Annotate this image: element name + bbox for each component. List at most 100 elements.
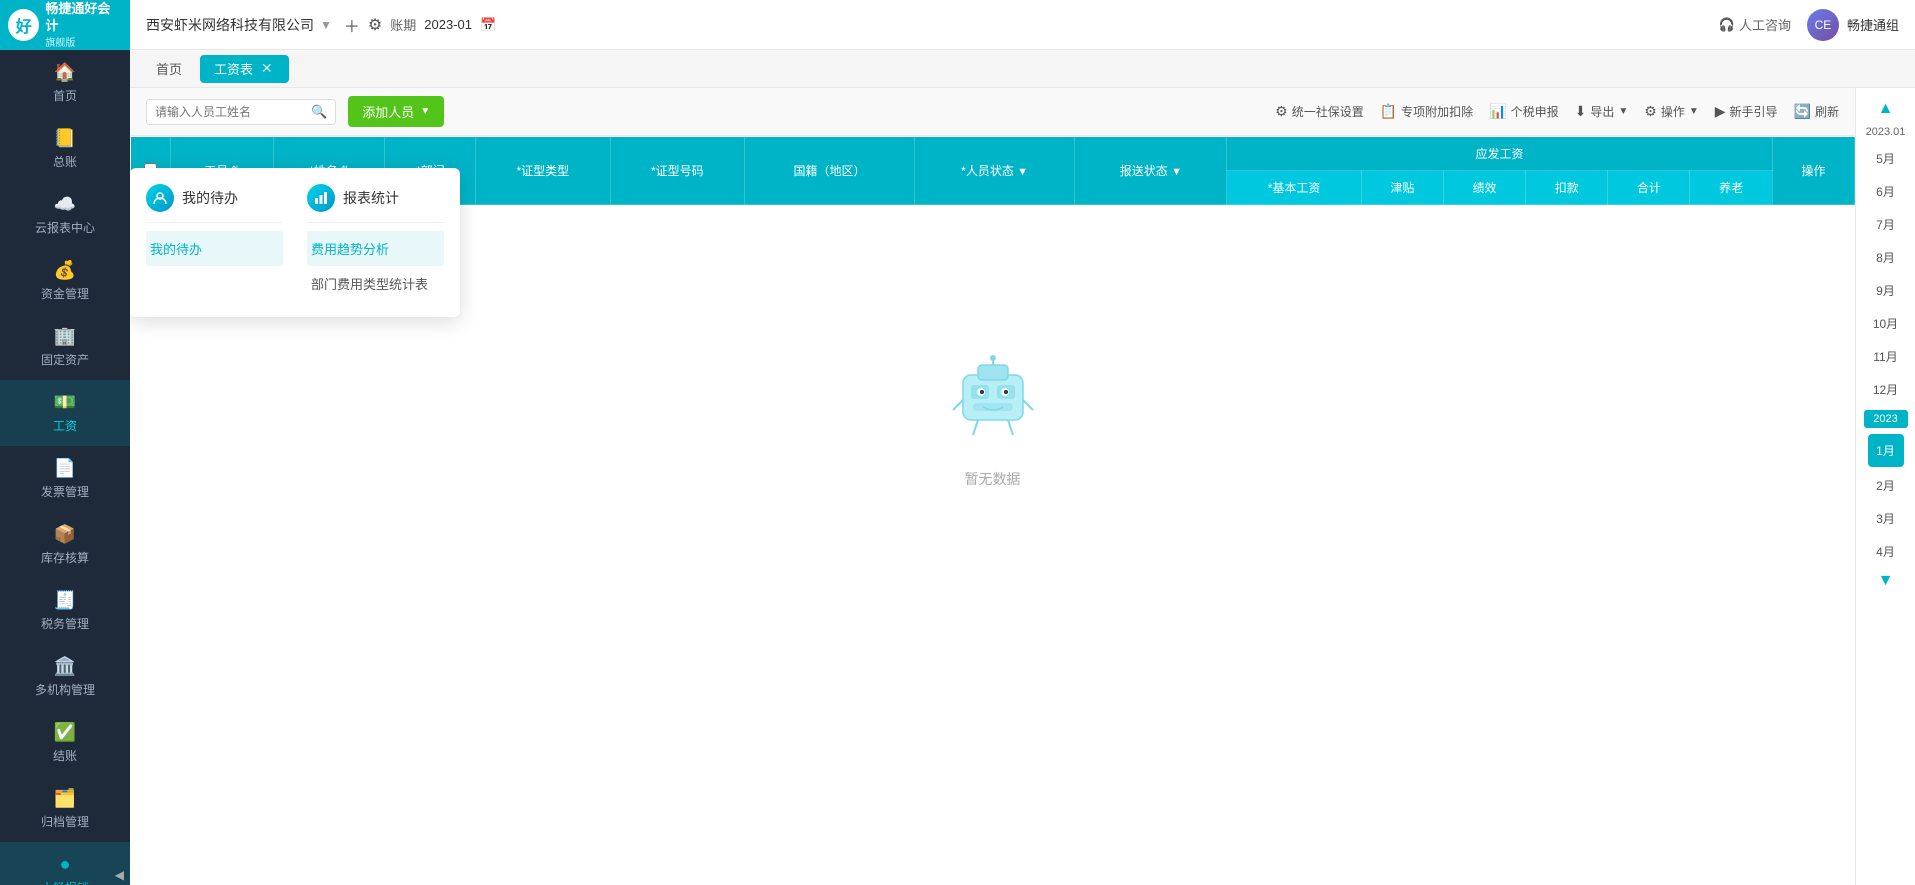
export-label: 导出 bbox=[1590, 103, 1614, 120]
salary-icon: 💵 bbox=[54, 392, 76, 413]
period-label: 账期 bbox=[390, 15, 416, 34]
month-item-5[interactable]: 5月 bbox=[1856, 142, 1915, 175]
calendar-icon[interactable]: 📅 bbox=[480, 17, 496, 33]
dropdown-item-my-todo[interactable]: 我的待办 bbox=[146, 231, 283, 266]
month-item-1[interactable]: 1月 bbox=[1868, 434, 1904, 467]
month-item-9[interactable]: 9月 bbox=[1856, 274, 1915, 307]
sidebar-item-label: 云报表中心 bbox=[35, 219, 95, 236]
th-status: *人员状态 ▼ bbox=[914, 137, 1074, 205]
month-next-nav[interactable]: ▼ bbox=[1874, 568, 1898, 594]
sidebar-item-label: 归档管理 bbox=[41, 813, 89, 830]
add-person-button[interactable]: 添加人员 ▼ bbox=[348, 96, 444, 127]
dropdown-item-cost-trend[interactable]: 费用趋势分析 bbox=[307, 231, 444, 266]
sidebar-item-inventory[interactable]: 📦 库存核算 bbox=[0, 512, 130, 578]
invoice-icon: 📄 bbox=[54, 458, 76, 479]
th-total-label: 合计 bbox=[1637, 181, 1661, 195]
sidebar-item-ledger[interactable]: 📒 总账 bbox=[0, 116, 130, 182]
operations-action[interactable]: ⚙ 操作 ▼ bbox=[1644, 103, 1698, 120]
th-id-number: *证型号码 bbox=[610, 137, 744, 205]
tab-home[interactable]: 首页 bbox=[142, 55, 196, 83]
empty-state: 暂无数据 bbox=[151, 285, 1835, 549]
add-company-icon[interactable]: ＋ bbox=[344, 13, 360, 37]
th-nationality-label: 国籍（地区） bbox=[793, 164, 865, 178]
sidebar-item-settlement[interactable]: ✅ 结账 bbox=[0, 710, 130, 776]
operations-label: 操作 bbox=[1661, 103, 1685, 120]
avatar: CE bbox=[1807, 9, 1839, 41]
th-base-salary-label: *基本工资 bbox=[1268, 181, 1321, 195]
export-arrow: ▼ bbox=[1618, 106, 1628, 117]
refresh-action[interactable]: 🔄 刷新 bbox=[1794, 103, 1839, 120]
th-report-status-label: 报送状态 bbox=[1120, 164, 1168, 178]
search-box: 🔍 bbox=[146, 99, 336, 125]
sidebar-item-archive[interactable]: 🗂️ 归档管理 bbox=[0, 776, 130, 842]
operations-arrow: ▼ bbox=[1689, 106, 1699, 117]
sidebar-item-salary[interactable]: 💵 工资 bbox=[0, 380, 130, 446]
sidebar-item-fixed-assets[interactable]: 🏢 固定资产 bbox=[0, 314, 130, 380]
ledger-icon: 📒 bbox=[54, 128, 76, 149]
sidebar-item-xiaochang[interactable]: ● 小畅报销 ◀ bbox=[0, 842, 130, 885]
th-pension: 养老 bbox=[1690, 171, 1772, 205]
month-item-3[interactable]: 3月 bbox=[1856, 502, 1915, 535]
topbar-actions: ＋ ⚙ 账期 2023-01 📅 bbox=[344, 13, 496, 37]
search-input[interactable] bbox=[155, 105, 305, 119]
filter-icon-report[interactable]: ▼ bbox=[1171, 166, 1182, 178]
toolbar-right: ⚙ 统一社保设置 📋 专项附加扣除 📊 个税申报 ⬇ 导出 ▼ bbox=[1275, 103, 1839, 120]
toolbar: 🔍 添加人员 ▼ ⚙ 统一社保设置 📋 专项附加扣除 bbox=[130, 88, 1855, 136]
special-deduction-action[interactable]: 📋 专项附加扣除 bbox=[1380, 103, 1473, 120]
sidebar-item-multi-org[interactable]: 🏛️ 多机构管理 bbox=[0, 644, 130, 710]
user-initials: CE bbox=[1815, 18, 1832, 32]
month-item-6[interactable]: 6月 bbox=[1856, 175, 1915, 208]
th-deduction-label: 扣款 bbox=[1555, 181, 1579, 195]
content-area: 🔍 添加人员 ▼ ⚙ 统一社保设置 📋 专项附加扣除 bbox=[130, 88, 1915, 885]
tax-declaration-action[interactable]: 📊 个税申报 bbox=[1489, 103, 1558, 120]
th-id-type-label: *证型类型 bbox=[517, 164, 570, 178]
sidebar-item-invoice[interactable]: 📄 发票管理 bbox=[0, 446, 130, 512]
th-bonus-label: 绩效 bbox=[1473, 181, 1497, 195]
new-guide-action[interactable]: ▶ 新手引导 bbox=[1715, 103, 1778, 120]
settings-icon[interactable]: ⚙ bbox=[368, 15, 382, 35]
month-item-10[interactable]: 10月 bbox=[1856, 307, 1915, 340]
export-action[interactable]: ⬇ 导出 ▼ bbox=[1575, 103, 1629, 120]
dropdown-cols: 我的待办 我的待办 bbox=[146, 184, 444, 301]
company-selector[interactable]: 西安虾米网络科技有限公司 ▼ bbox=[146, 15, 332, 35]
month-item-4[interactable]: 4月 bbox=[1856, 535, 1915, 568]
th-nationality: 国籍（地区） bbox=[745, 137, 915, 205]
sidebar-item-fund[interactable]: 💰 资金管理 bbox=[0, 248, 130, 314]
month-panel: ▲ 2023.01 5月 6月 7月 8月 9月 10月 11月 12月 202… bbox=[1855, 88, 1915, 885]
sidebar-item-tax[interactable]: 🧾 税务管理 bbox=[0, 578, 130, 644]
tab-close-button[interactable]: ✕ bbox=[259, 60, 275, 77]
dropdown-col-header-report: 报表统计 bbox=[307, 184, 444, 223]
user-info[interactable]: CE 畅捷通组 bbox=[1807, 9, 1899, 41]
month-item-2[interactable]: 2月 bbox=[1856, 469, 1915, 502]
month-item-12[interactable]: 12月 bbox=[1856, 373, 1915, 406]
tab-salary-table[interactable]: 工资表 ✕ bbox=[200, 55, 289, 83]
headset-icon: 🎧 bbox=[1719, 17, 1735, 33]
social-insurance-action[interactable]: ⚙ 统一社保设置 bbox=[1275, 103, 1364, 120]
dropdown-item-dept-cost[interactable]: 部门费用类型统计表 bbox=[307, 266, 444, 301]
th-allowance: 津贴 bbox=[1361, 171, 1443, 205]
month-item-11[interactable]: 11月 bbox=[1856, 340, 1915, 373]
month-prev-nav[interactable]: ▲ bbox=[1874, 96, 1898, 122]
month-item-8[interactable]: 8月 bbox=[1856, 241, 1915, 274]
sidebar-item-label: 小畅报销 bbox=[41, 879, 89, 885]
search-icon[interactable]: 🔍 bbox=[311, 104, 327, 120]
th-base-salary: *基本工资 bbox=[1227, 171, 1361, 205]
month-item-7[interactable]: 7月 bbox=[1856, 208, 1915, 241]
th-report-status: 报送状态 ▼ bbox=[1075, 137, 1227, 205]
period-value: 2023-01 bbox=[424, 17, 472, 32]
topbar-right: 🎧 人工咨询 CE 畅捷通组 bbox=[1719, 9, 1899, 41]
archive-icon: 🗂️ bbox=[54, 788, 76, 809]
sidebar-item-home[interactable]: 🏠 首页 bbox=[0, 50, 130, 116]
tax-declaration-label: 个税申报 bbox=[1511, 103, 1559, 120]
cloud-icon: ☁️ bbox=[54, 194, 76, 215]
th-allowance-label: 津贴 bbox=[1390, 181, 1414, 195]
sidebar: 好 畅捷通好会计 旗舰版 🏠 首页 📒 总账 ☁️ 云报表中心 💰 资金管理 🏢… bbox=[0, 0, 130, 885]
th-id-type: *证型类型 bbox=[476, 137, 610, 205]
service-button[interactable]: 🎧 人工咨询 bbox=[1719, 15, 1791, 34]
service-label: 人工咨询 bbox=[1739, 15, 1791, 34]
dropdown-col-header-todo: 我的待办 bbox=[146, 184, 283, 223]
th-salary-group: 应发工资 bbox=[1227, 137, 1772, 171]
sidebar-item-cloud-report[interactable]: ☁️ 云报表中心 bbox=[0, 182, 130, 248]
filter-icon-status[interactable]: ▼ bbox=[1017, 166, 1028, 178]
sidebar-item-label: 多机构管理 bbox=[35, 681, 95, 698]
